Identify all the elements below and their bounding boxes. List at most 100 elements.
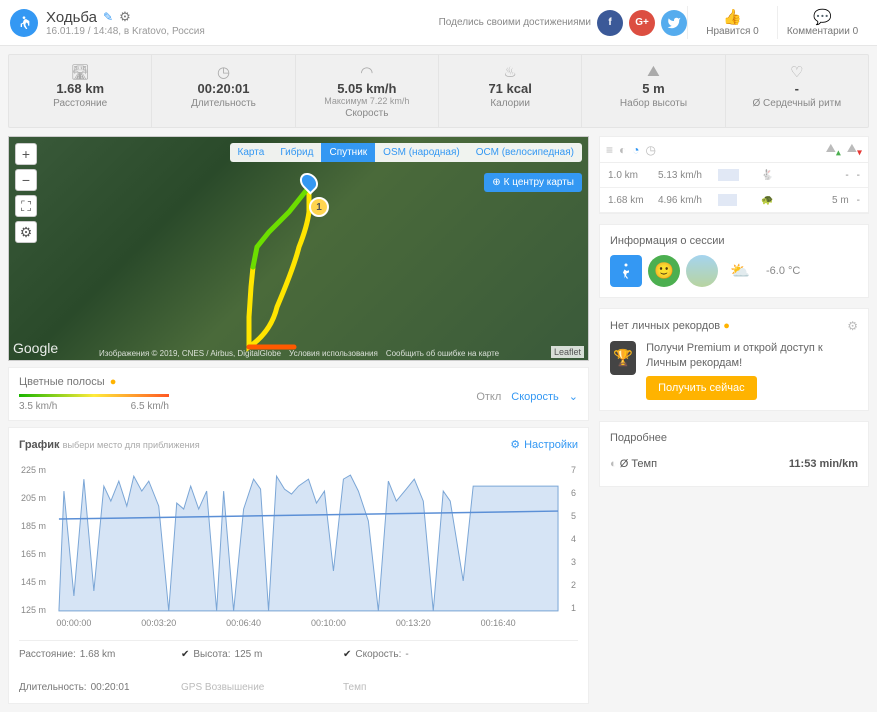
comment-button[interactable]: 💬 Комментарии 0 <box>777 6 867 39</box>
stat-calories: ♨ 71 kcal Калории <box>439 55 582 127</box>
chart-subtitle: выбери место для приближения <box>63 440 200 450</box>
session-temperature: -6.0 °C <box>766 265 800 277</box>
trophy-icon: 🏆 <box>610 341 636 375</box>
elevation-col-icon: ⛰▴ <box>826 141 841 158</box>
time-tab-icon[interactable]: ◷ <box>646 143 656 157</box>
map-tab-map[interactable]: Карта <box>230 143 273 162</box>
pace-icon: ◐ <box>610 458 617 470</box>
gear-icon: ⚙ <box>510 438 520 451</box>
avg-pace-value: 11:53 min/km <box>789 458 858 470</box>
chart-area-elevation <box>59 475 558 611</box>
stat-distance: 🛣 1.68 km Расстояние <box>9 55 152 127</box>
session-info-panel: Информация о сессии 🙂 ⛅ -6.0 °C <box>599 224 869 298</box>
lap-row[interactable]: 1.0 km 5.13 km/h 🐇 - - <box>600 163 868 188</box>
map-attribution: Изображения © 2019, CNES / Airbus, Digit… <box>99 349 548 358</box>
flame-icon: ♨ <box>443 63 577 81</box>
elevation-chart[interactable]: 225 m 205 m 185 m 165 m 145 m 125 m 7 6 … <box>19 461 578 631</box>
svg-text:3: 3 <box>571 557 576 567</box>
stat-elevation: ⛰ 5 m Набор высоты <box>582 55 725 127</box>
lap-row[interactable]: 1.68 km 4.96 km/h 🐢 5 m - <box>600 188 868 213</box>
map-tab-hybrid[interactable]: Гибрид <box>272 143 321 162</box>
check-icon: ✔ <box>181 649 189 660</box>
svg-text:225 m: 225 m <box>21 465 46 475</box>
activity-title: Ходьба <box>46 9 97 26</box>
like-button[interactable]: 👍 Нравится 0 <box>687 6 777 39</box>
map-settings-button[interactable]: ⚙ <box>15 221 37 243</box>
elevation-loss-col-icon: ⛰▾ <box>847 141 862 158</box>
svg-text:00:10:00: 00:10:00 <box>311 618 346 628</box>
map-tab-osm[interactable]: OSM (народная) <box>375 143 468 162</box>
gradient-speed-button[interactable]: Скорость <box>511 391 559 403</box>
share-google-button[interactable]: G+ <box>629 10 655 36</box>
chart-title: График <box>19 439 60 451</box>
svg-text:165 m: 165 m <box>21 549 46 559</box>
session-terrain-icon <box>686 255 718 287</box>
svg-text:00:00:00: 00:00:00 <box>56 618 91 628</box>
gauge-icon: ◠ <box>300 63 434 81</box>
lap-bar <box>718 194 753 206</box>
activity-subtitle: 16.01.19 / 14:48, в Kratovo, Россия <box>46 26 205 37</box>
svg-text:1: 1 <box>571 603 576 613</box>
activity-type-icon <box>10 9 38 37</box>
svg-text:185 m: 185 m <box>21 521 46 531</box>
svg-text:5: 5 <box>571 511 576 521</box>
records-panel: Нет личных рекордов ● ⚙ 🏆 Получи Premium… <box>599 308 869 411</box>
pace-label: Темп <box>343 682 366 693</box>
route-path <box>9 137 588 360</box>
stat-duration: ◷ 00:20:01 Длительность <box>152 55 295 127</box>
center-map-button[interactable]: ⊕ К центру карты <box>484 173 582 192</box>
map-tab-satellite[interactable]: Спутник <box>321 143 375 162</box>
pace-tab-icon[interactable]: ◐ <box>619 143 626 157</box>
gps-elevation-label: GPS Возвышение <box>181 682 264 693</box>
premium-prompt: Получи Premium и открой доступ к Личным … <box>646 341 858 370</box>
color-strip-panel: Цветные полосы ● 3.5 km/h 6.5 km/h Откл … <box>8 367 589 421</box>
svg-text:00:16:40: 00:16:40 <box>481 618 516 628</box>
target-icon: ⊕ <box>492 177 500 188</box>
color-strip-title: Цветные полосы <box>19 376 105 388</box>
premium-star-icon: ● <box>110 376 117 388</box>
leaflet-badge: Leaflet <box>551 346 584 358</box>
svg-text:4: 4 <box>571 534 576 544</box>
svg-text:205 m: 205 m <box>21 493 46 503</box>
laps-toolbar: ≡ ◐ ◔ ◷ ⛰▴ ⛰▾ <box>599 136 869 163</box>
segments-icon[interactable]: ≡ <box>606 143 613 157</box>
gear-icon[interactable]: ⚙ <box>847 319 858 333</box>
fullscreen-button[interactable]: ⛶ <box>15 195 37 217</box>
map-view[interactable]: 1 + − ⛶ ⚙ Карта Гибрид Спутник OSM (наро… <box>8 136 589 361</box>
road-icon: 🛣 <box>13 63 147 81</box>
gradient-off-button[interactable]: Откл <box>476 391 501 403</box>
svg-text:7: 7 <box>571 465 576 475</box>
stat-label-distance: Расстояние: <box>19 649 76 660</box>
zoom-in-button[interactable]: + <box>15 143 37 165</box>
get-premium-button[interactable]: Получить сейчас <box>646 376 757 400</box>
top-header: Ходьба ✎ ⚙ 16.01.19 / 14:48, в Kratovo, … <box>0 0 877 46</box>
session-mood-icon: 🙂 <box>648 255 680 287</box>
edit-icon[interactable]: ✎ <box>103 10 113 24</box>
session-weather-icon: ⛅ <box>724 255 756 287</box>
speed-tab-icon[interactable]: ◔ <box>632 143 639 157</box>
svg-text:00:13:20: 00:13:20 <box>396 618 431 628</box>
gradient-max: 6.5 km/h <box>131 401 169 412</box>
zoom-out-button[interactable]: − <box>15 169 37 191</box>
details-panel: Подробнее ◐ Ø Темп 11:53 min/km <box>599 421 869 487</box>
premium-star-icon: ● <box>723 320 730 332</box>
svg-text:145 m: 145 m <box>21 577 46 587</box>
chart-panel: График выбери место для приближения ⚙ На… <box>8 427 589 704</box>
lap-marker-1: 1 <box>309 197 329 217</box>
settings-icon[interactable]: ⚙ <box>119 9 131 25</box>
chart-settings-button[interactable]: ⚙ Настройки <box>510 438 578 451</box>
svg-text:2: 2 <box>571 580 576 590</box>
color-gradient-bar <box>19 394 169 397</box>
svg-text:00:03:20: 00:03:20 <box>141 618 176 628</box>
share-twitter-button[interactable] <box>661 10 687 36</box>
gradient-min: 3.5 km/h <box>19 401 57 412</box>
turtle-icon: 🐢 <box>761 195 773 206</box>
heart-icon: ♡ <box>730 63 864 81</box>
svg-text:6: 6 <box>571 488 576 498</box>
laps-table: 1.0 km 5.13 km/h 🐇 - - 1.68 km 4.96 km/h… <box>599 163 869 214</box>
session-activity-icon <box>610 255 642 287</box>
share-facebook-button[interactable]: f <box>597 10 623 36</box>
svg-text:125 m: 125 m <box>21 605 46 615</box>
map-tab-osm-cycle[interactable]: ОСМ (велосипедная) <box>468 143 582 162</box>
chevron-down-icon[interactable]: ⌄ <box>569 390 578 403</box>
